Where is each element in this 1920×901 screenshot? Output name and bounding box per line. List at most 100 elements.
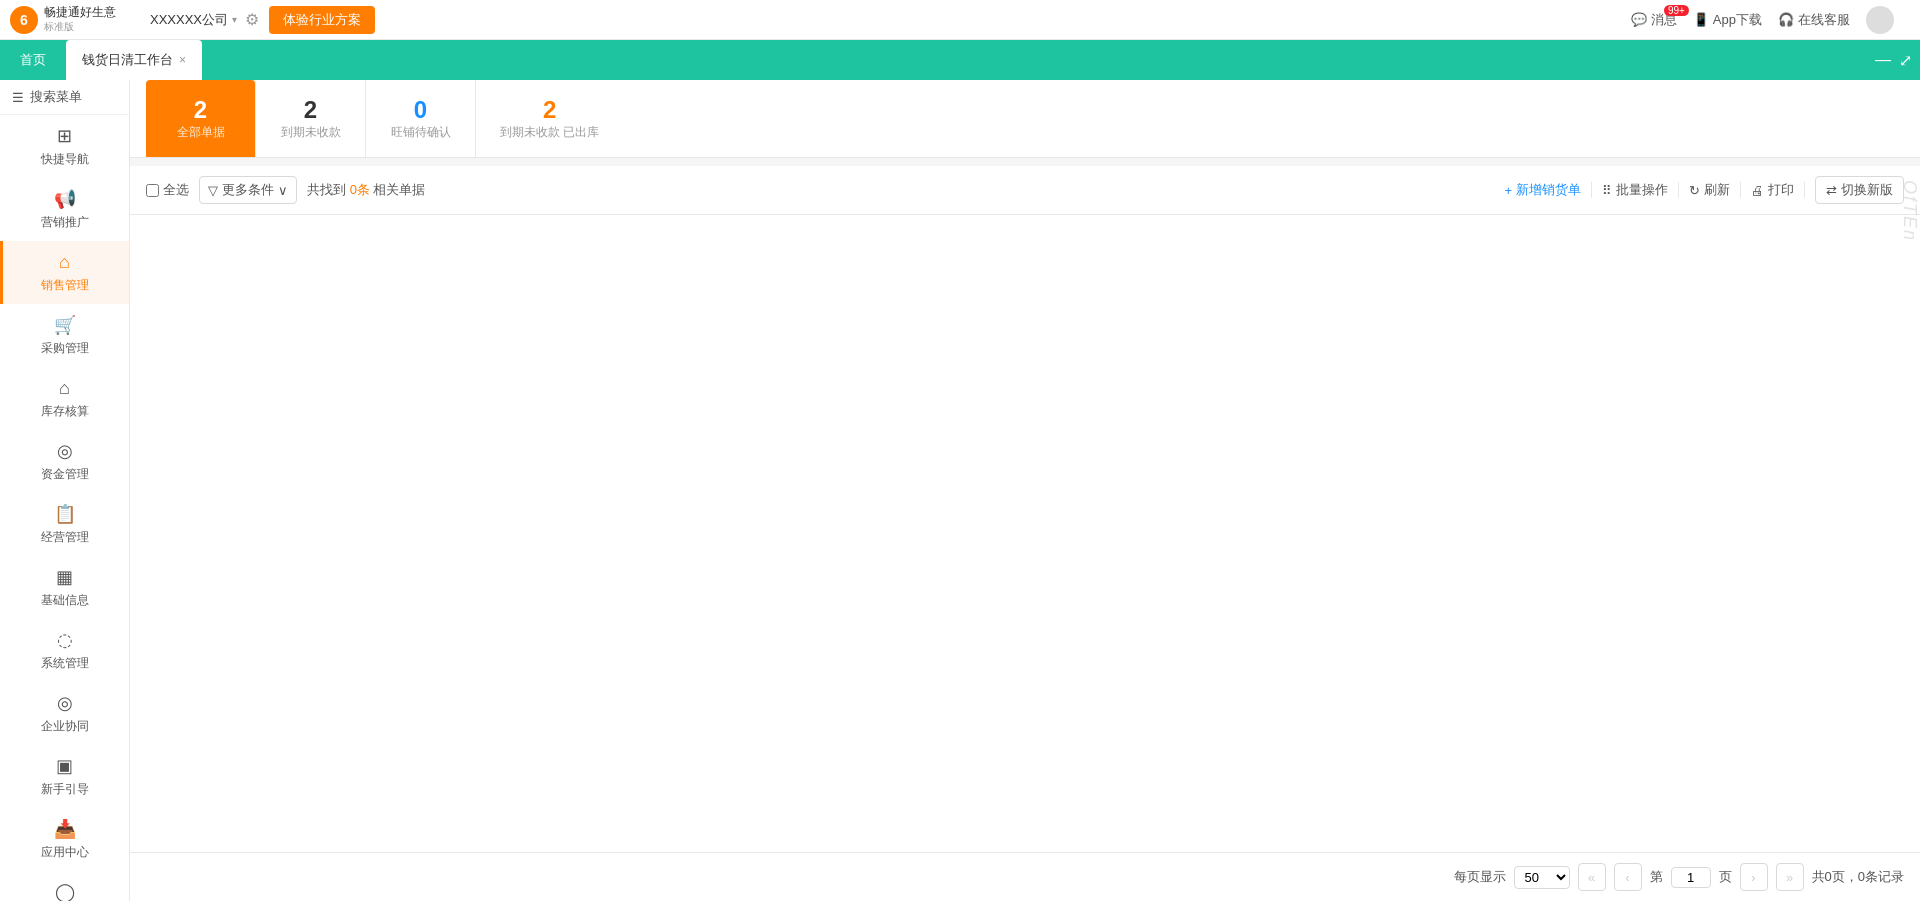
sidebar-item-quick-nav[interactable]: ⊞ 快捷导航 bbox=[0, 115, 129, 178]
message-button[interactable]: 💬 消息 99+ bbox=[1631, 11, 1677, 29]
tab-bar-controls: — ⤢ bbox=[1875, 51, 1920, 70]
stat-num-pending: 0 bbox=[390, 96, 451, 124]
stat-label-overdue: 到期未收款 bbox=[280, 124, 341, 141]
add-icon: + bbox=[1504, 183, 1512, 198]
page-size-select[interactable]: 50 20 100 200 bbox=[1514, 866, 1570, 889]
basic-label: 基础信息 bbox=[41, 592, 89, 609]
sidebar-search[interactable]: ☰ 搜索菜单 bbox=[0, 80, 129, 115]
sidebar-item-finance[interactable]: ◎ 资金管理 bbox=[0, 430, 129, 493]
app-name: 畅捷通好生意 bbox=[44, 5, 116, 21]
header-right: 💬 消息 99+ 📱 App下载 🎧 在线客服 bbox=[1631, 6, 1910, 34]
first-page-button[interactable]: « bbox=[1578, 863, 1606, 891]
stat-label-pending: 旺铺待确认 bbox=[390, 124, 451, 141]
print-label: 打印 bbox=[1768, 181, 1794, 199]
online-service-button[interactable]: 🎧 在线客服 bbox=[1778, 11, 1850, 29]
sidebar-item-inventory[interactable]: ⌂ 库存核算 bbox=[0, 367, 129, 430]
print-icon: 🖨 bbox=[1751, 183, 1764, 198]
prev-page-button[interactable]: ‹ bbox=[1614, 863, 1642, 891]
next-page-button[interactable]: › bbox=[1740, 863, 1768, 891]
tab-close-icon[interactable]: × bbox=[179, 53, 186, 67]
sidebar-item-wechat[interactable]: ◯ 企业微信 bbox=[0, 871, 129, 901]
toolbar: 全选 ▽ 更多条件 ∨ 共找到 0条 相关单据 + 新增销货单 bbox=[130, 166, 1920, 215]
app-version: 标准版 bbox=[44, 20, 116, 34]
online-service-label: 在线客服 bbox=[1798, 11, 1850, 29]
select-all-label: 全选 bbox=[163, 181, 189, 199]
sidebar-item-purchase[interactable]: 🛒 采购管理 bbox=[0, 304, 129, 367]
finance-label: 资金管理 bbox=[41, 466, 89, 483]
top-header: 6 畅捷通好生意 标准版 XXXXXX公司 ▾ ⚙ 体验行业方案 💬 消息 99… bbox=[0, 0, 1920, 40]
enterprise-icon: ◎ bbox=[54, 692, 76, 714]
logo-icon: 6 bbox=[10, 6, 38, 34]
app-download-button[interactable]: 📱 App下载 bbox=[1693, 11, 1762, 29]
search-label: 搜索菜单 bbox=[30, 88, 82, 106]
avatar[interactable] bbox=[1866, 6, 1894, 34]
select-all-checkbox[interactable]: 全选 bbox=[146, 181, 189, 199]
toolbar-divider-4 bbox=[1804, 182, 1805, 198]
pagination-bar: 每页显示 50 20 100 200 « ‹ 第 页 › » 共0页，0条记录 bbox=[130, 852, 1920, 901]
sidebar-item-marketing[interactable]: 📢 营销推广 bbox=[0, 178, 129, 241]
sidebar-item-basic[interactable]: ▦ 基础信息 bbox=[0, 556, 129, 619]
sidebar-item-guide[interactable]: ▣ 新手引导 bbox=[0, 745, 129, 808]
sidebar: ☰ 搜索菜单 ⊞ 快捷导航 📢 营销推广 ⌂ 销售管理 🛒 采购管理 ⌂ 库存核… bbox=[0, 80, 130, 901]
stat-tab-overdue[interactable]: 2 到期未收款 bbox=[256, 80, 366, 157]
guide-label: 新手引导 bbox=[41, 781, 89, 798]
business-label: 经营管理 bbox=[41, 529, 89, 546]
sidebar-item-sales[interactable]: ⌂ 销售管理 bbox=[0, 241, 129, 304]
toolbar-right: + 新增销货单 ⠿ 批量操作 ↻ 刷新 🖨 打印 bbox=[1504, 176, 1904, 204]
purchase-label: 采购管理 bbox=[41, 340, 89, 357]
logo-area: 6 畅捷通好生意 标准版 bbox=[10, 5, 140, 35]
count-text: 共找到 0条 相关单据 bbox=[307, 181, 425, 199]
message-icon: 💬 bbox=[1631, 12, 1647, 27]
sidebar-item-apps[interactable]: 📥 应用中心 bbox=[0, 808, 129, 871]
stat-label-overdue-out: 到期未收款 已出库 bbox=[500, 124, 599, 141]
stat-tab-pending[interactable]: 0 旺铺待确认 bbox=[366, 80, 476, 157]
guide-icon: ▣ bbox=[54, 755, 76, 777]
tab-active[interactable]: 钱货日清工作台 × bbox=[66, 40, 202, 80]
batch-icon: ⠿ bbox=[1602, 183, 1612, 198]
stat-num-overdue-out: 2 bbox=[500, 96, 599, 124]
filter-button[interactable]: ▽ 更多条件 ∨ bbox=[199, 176, 297, 204]
batch-button[interactable]: ⠿ 批量操作 bbox=[1602, 181, 1668, 199]
stat-tab-overdue-out[interactable]: 2 到期未收款 已出库 bbox=[476, 80, 623, 157]
tab-bar: 首页 钱货日清工作台 × — ⤢ bbox=[0, 40, 1920, 80]
minimize-icon[interactable]: — bbox=[1875, 51, 1891, 69]
trial-button[interactable]: 体验行业方案 bbox=[269, 6, 375, 34]
stats-tabs: 2 全部单据 2 到期未收款 0 旺铺待确认 2 到期未收款 已出库 bbox=[130, 80, 1920, 158]
inventory-label: 库存核算 bbox=[41, 403, 89, 420]
refresh-button[interactable]: ↻ 刷新 bbox=[1689, 181, 1730, 199]
chevron-down-icon: ▾ bbox=[232, 14, 237, 25]
apps-label: 应用中心 bbox=[41, 844, 89, 861]
sales-icon: ⌂ bbox=[54, 251, 76, 273]
purchase-icon: 🛒 bbox=[54, 314, 76, 336]
last-page-button[interactable]: » bbox=[1776, 863, 1804, 891]
service-icon: 🎧 bbox=[1778, 12, 1794, 27]
marketing-label: 营销推广 bbox=[41, 214, 89, 231]
stat-num-overdue: 2 bbox=[280, 96, 341, 124]
add-order-button[interactable]: + 新增销货单 bbox=[1504, 181, 1581, 199]
table-area bbox=[130, 215, 1920, 852]
select-all-input[interactable] bbox=[146, 184, 159, 197]
sidebar-item-enterprise[interactable]: ◎ 企业协同 bbox=[0, 682, 129, 745]
stat-tab-all[interactable]: 2 全部单据 bbox=[146, 80, 256, 157]
settings-icon[interactable]: ⚙ bbox=[245, 10, 259, 29]
switch-label: 切换新版 bbox=[1841, 181, 1893, 199]
quick-nav-label: 快捷导航 bbox=[41, 151, 89, 168]
filter-label: 更多条件 bbox=[222, 181, 274, 199]
sidebar-item-business[interactable]: 📋 经营管理 bbox=[0, 493, 129, 556]
business-icon: 📋 bbox=[54, 503, 76, 525]
switch-version-button[interactable]: ⇄ 切换新版 bbox=[1815, 176, 1904, 204]
sidebar-item-system[interactable]: ◌ 系统管理 bbox=[0, 619, 129, 682]
tab-home[interactable]: 首页 bbox=[0, 40, 66, 80]
content-area: 2 全部单据 2 到期未收款 0 旺铺待确认 2 到期未收款 已出库 全选 bbox=[130, 80, 1920, 901]
download-icon: 📱 bbox=[1693, 12, 1709, 27]
total-info: 共0页，0条记录 bbox=[1812, 868, 1904, 886]
toolbar-divider-2 bbox=[1678, 182, 1679, 198]
marketing-icon: 📢 bbox=[54, 188, 76, 210]
refresh-icon: ↻ bbox=[1689, 183, 1700, 198]
batch-label: 批量操作 bbox=[1616, 181, 1668, 199]
print-button[interactable]: 🖨 打印 bbox=[1751, 181, 1794, 199]
restore-icon[interactable]: ⤢ bbox=[1899, 51, 1912, 70]
page-input[interactable] bbox=[1671, 867, 1711, 888]
finance-icon: ◎ bbox=[54, 440, 76, 462]
company-selector[interactable]: XXXXXX公司 ▾ bbox=[150, 11, 237, 29]
